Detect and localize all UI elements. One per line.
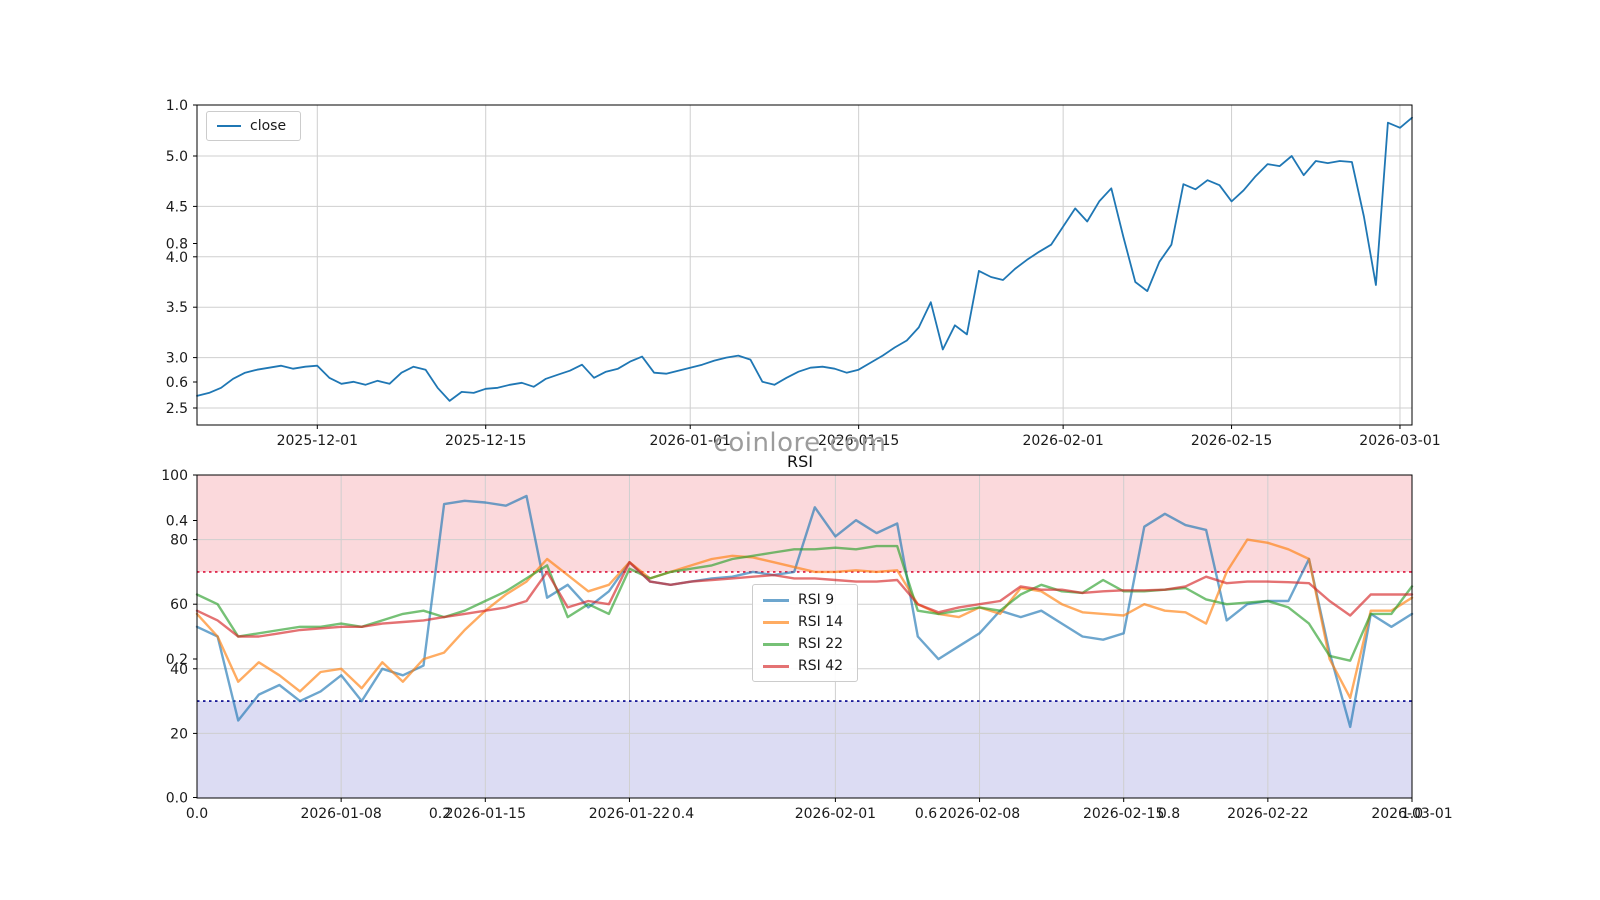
rsi14-legend-label: RSI 14 <box>798 614 844 630</box>
rsi-twin-y-label: 0.2 <box>166 652 188 668</box>
rsi22-legend-label: RSI 22 <box>798 636 844 652</box>
price-x-tick-label: 2026-03-01 <box>1359 433 1440 449</box>
price-y-tick-label: 5.0 <box>166 149 188 165</box>
rsi-twin-x-label: 0.6 <box>915 806 937 822</box>
rsi-band-overbought <box>197 475 1412 572</box>
price-x-tick-label: 2026-02-01 <box>1022 433 1103 449</box>
rsi-y-tick-label: 60 <box>170 597 188 613</box>
price-x-tick-label: 2026-02-15 <box>1191 433 1272 449</box>
rsi-twin-x-label: 0.0 <box>186 806 208 822</box>
close-legend-label: close <box>250 118 287 134</box>
price-x-tick-label: 2025-12-15 <box>445 433 526 449</box>
rsi-y-tick-label: 100 <box>161 468 188 484</box>
figure: 2025-12-01 2025-12-15 2026-01-01 2026-01-15… <box>0 0 1600 900</box>
rsi-x-tick-label: 2026-02-01 <box>795 806 876 822</box>
rsi-twin-x-label: 0.4 <box>672 806 694 822</box>
rsi-x-tick-label: 2026-01-22 <box>589 806 670 822</box>
rsi22-line-swatch <box>763 642 789 646</box>
price-y-tick-label: 3.0 <box>166 351 188 367</box>
price-twin-y-label: 1.0 <box>166 98 188 114</box>
rsi-chart-title: RSI <box>787 452 813 471</box>
rsi14-line-swatch <box>763 620 789 624</box>
price-y-tick-label: 2.5 <box>166 401 188 417</box>
price-frame: 2025-12-01 2025-12-15 2026-01-01 2026-01-15… <box>166 98 1441 449</box>
rsi9-legend-label: RSI 9 <box>798 592 835 608</box>
rsi-legend-item: RSI 9 <box>763 592 843 608</box>
rsi-x-tick-label: 2026-02-15 <box>1083 806 1164 822</box>
rsi-twin-y-label: 0.4 <box>166 514 188 530</box>
price-series <box>196 116 1413 402</box>
rsi-twin-x-label: 0.2 <box>429 806 451 822</box>
close-legend-line-swatch <box>217 124 241 128</box>
rsi-x-tick-label: 2026-02-08 <box>939 806 1020 822</box>
rsi-band-oversold <box>197 701 1412 798</box>
rsi-twin-y-label: 0.0 <box>166 791 188 807</box>
rsi-twin-x-label: 1.0 <box>1401 806 1423 822</box>
price-line-close <box>196 116 1413 402</box>
rsi-legend-item: RSI 42 <box>763 658 843 674</box>
price-x-tick-label: 2025-12-01 <box>277 433 358 449</box>
price-axes <box>197 105 1412 425</box>
rsi-y-tick-label: 80 <box>170 533 188 549</box>
rsi-twin-x-label: 0.8 <box>1158 806 1180 822</box>
rsi42-line-swatch <box>763 664 789 668</box>
rsi-x-tick-label: 2026-01-08 <box>300 806 381 822</box>
rsi-legend-item: RSI 22 <box>763 636 843 652</box>
price-y-tick-label: 4.5 <box>166 199 188 215</box>
rsi-legend-item: RSI 14 <box>763 614 843 630</box>
rsi9-line-swatch <box>763 598 789 602</box>
rsi-y-tick-label: 20 <box>170 726 188 742</box>
rsi42-legend-label: RSI 42 <box>798 658 844 674</box>
rsi-x-tick-label: 2026-01-15 <box>445 806 526 822</box>
price-twin-y-label: 0.6 <box>166 375 188 391</box>
price-y-tick-label: 3.5 <box>166 300 188 316</box>
rsi-x-tick-label: 2026-02-22 <box>1227 806 1308 822</box>
price-twin-y-label: 0.8 <box>166 237 188 253</box>
price-spines <box>196 104 1413 426</box>
rsi-legend: RSI 9 RSI 14 RSI 22 RSI 42 <box>752 584 859 682</box>
close-legend: close <box>206 111 302 141</box>
